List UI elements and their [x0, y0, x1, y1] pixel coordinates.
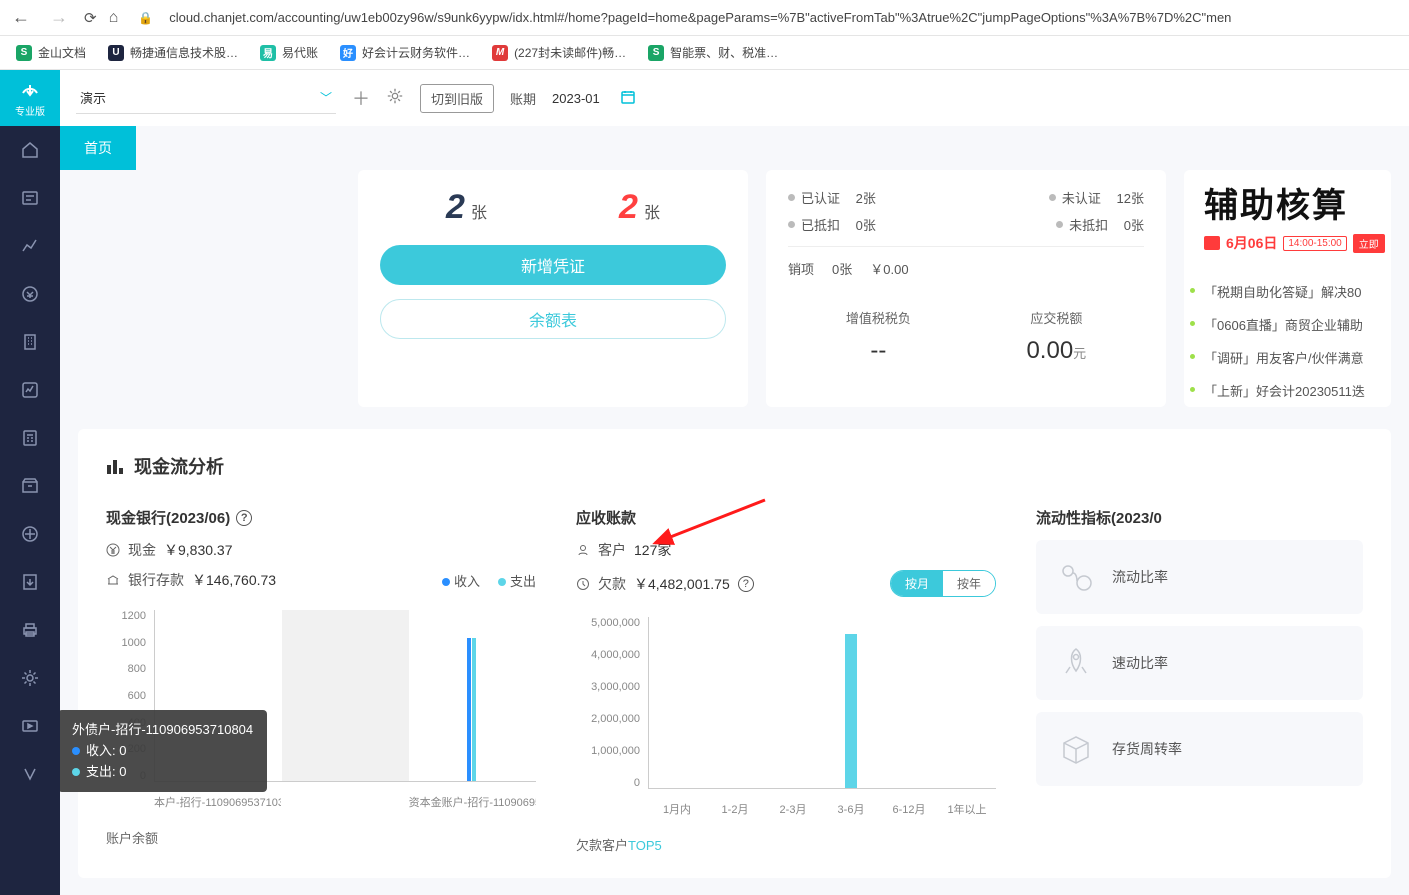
- sidebar-item-money[interactable]: [0, 270, 60, 318]
- sidebar-item-home[interactable]: [0, 126, 60, 174]
- promo-list-item[interactable]: 「上新」好会计20230511迭: [1204, 374, 1391, 407]
- chart-tooltip: 外债户-招行-110906953710804 收入: 0 支出: 0: [60, 710, 267, 792]
- promo-list-item[interactable]: 「税期自助化答疑」解决80: [1204, 275, 1391, 308]
- promo-title: 辅助核算: [1204, 178, 1391, 227]
- new-voucher-button[interactable]: 新增凭证: [380, 245, 726, 285]
- help-icon[interactable]: ?: [738, 576, 754, 592]
- box-icon: [1056, 729, 1096, 769]
- cashflow-section: 现金流分析 现金银行(2023/06) ? 现金: [78, 429, 1391, 878]
- reload-icon[interactable]: ⟳: [84, 9, 97, 27]
- cash-bank-column: 现金银行(2023/06) ? 现金 ￥9,830.37 银行存款: [106, 507, 536, 854]
- debt-stat: 欠款 ￥4,482,001.75 ? 按月 按年: [576, 570, 996, 597]
- customer-stat: 客户 127家: [576, 540, 996, 560]
- sales-stat: 销项 0张 ￥0.00: [788, 259, 1144, 278]
- tax-due: 应交税额 0.00元: [1026, 308, 1086, 365]
- video-icon: [1204, 236, 1220, 250]
- url-bar[interactable]: cloud.chanjet.com/accounting/uw1eb00zy96…: [165, 10, 1401, 25]
- sidebar-item-v[interactable]: [0, 750, 60, 798]
- liquidity-card-inventory[interactable]: 存货周转率: [1036, 712, 1363, 786]
- sidebar-item-analysis[interactable]: [0, 366, 60, 414]
- forward-icon: →: [46, 7, 72, 28]
- balance-sheet-button[interactable]: 余额表: [380, 299, 726, 339]
- sidebar: 专业版: [0, 70, 60, 895]
- add-icon[interactable]: ＋: [352, 85, 370, 111]
- bookmark-item[interactable]: U畅捷通信息技术股…: [108, 44, 238, 61]
- bookmark-item[interactable]: S金山文档: [16, 44, 86, 61]
- promo-cta-button[interactable]: 立即: [1353, 234, 1385, 253]
- sidebar-item-calc[interactable]: [0, 414, 60, 462]
- promo-list-item[interactable]: 「调研」用友客户/伙伴满意: [1204, 341, 1391, 374]
- calendar-icon[interactable]: [620, 89, 636, 108]
- certified-stat: 已认证 2张: [788, 188, 876, 207]
- liquidity-column: 流动性指标(2023/0 流动比率 速动比率 存货周: [1036, 507, 1363, 854]
- lock-icon: 🔒: [138, 11, 153, 25]
- user-icon: [576, 543, 590, 557]
- vat-burden: 增值税税负 --: [846, 308, 911, 365]
- period-value: 2023-01: [552, 91, 600, 106]
- voucher-card: 2 张 2 张 新增凭证 余额表: [358, 170, 748, 407]
- sidebar-logo[interactable]: 专业版: [0, 70, 60, 126]
- rocket-icon: [1056, 643, 1096, 683]
- browser-chrome: ← → ⟳ ⌂ 🔒 cloud.chanjet.com/accounting/u…: [0, 0, 1409, 36]
- gear-icon[interactable]: [386, 87, 404, 110]
- clock-icon: [576, 577, 590, 591]
- receivable-chart[interactable]: 5,000,0004,000,0003,000,0002,000,0001,00…: [576, 617, 996, 817]
- receivable-column: 应收账款 客户 127家 欠款 ￥4,482,001.75 ?: [576, 507, 996, 854]
- sidebar-item-building[interactable]: [0, 318, 60, 366]
- bank-icon: [106, 573, 120, 587]
- bank-stat: 银行存款 ￥146,760.73 收入 支出: [106, 570, 536, 590]
- home-icon[interactable]: ⌂: [109, 9, 119, 27]
- bookmark-item[interactable]: M(227封未读邮件)畅…: [492, 44, 626, 61]
- period-label: 账期: [510, 89, 536, 108]
- bookmark-item[interactable]: 好好会计云财务软件…: [340, 44, 470, 61]
- help-icon[interactable]: ?: [236, 510, 252, 526]
- sidebar-item-assets[interactable]: [0, 510, 60, 558]
- sidebar-item-print[interactable]: [0, 606, 60, 654]
- old-version-button[interactable]: 切到旧版: [420, 84, 494, 113]
- sidebar-item-export[interactable]: [0, 558, 60, 606]
- uncertified-stat: 未认证 12张: [1049, 188, 1144, 207]
- tax-card: 已认证 2张 未认证 12张 已抵扣 0张 未抵扣 0张 销项 0张 ￥0.00: [766, 170, 1166, 407]
- tab-home[interactable]: 首页: [60, 126, 136, 170]
- promo-list-item[interactable]: 「0606直播」商贸企业辅助: [1204, 308, 1391, 341]
- voucher-count-2: 2 张: [619, 188, 660, 227]
- cash-stat: 现金 ￥9,830.37: [106, 540, 536, 560]
- voucher-count-1: 2 张: [446, 188, 487, 227]
- company-select[interactable]: 演示 ﹀: [76, 82, 336, 114]
- bookmark-item[interactable]: S智能票、财、税准…: [648, 44, 778, 61]
- sidebar-item-voucher[interactable]: [0, 174, 60, 222]
- tab-row: 首页: [60, 126, 1409, 170]
- bookmark-item[interactable]: 易易代账: [260, 44, 318, 61]
- liquidity-card-quick[interactable]: 速动比率: [1036, 626, 1363, 700]
- sidebar-item-report[interactable]: [0, 222, 60, 270]
- sidebar-item-settings[interactable]: [0, 654, 60, 702]
- sidebar-item-video[interactable]: [0, 702, 60, 750]
- back-icon[interactable]: ←: [8, 7, 34, 28]
- chart2-footer: 欠款客户TOP5: [576, 835, 996, 854]
- promo-card: 辅助核算 6月06日 14:00-15:00 立即 「税期自助化答疑」解决80 …: [1184, 170, 1391, 407]
- bookmarks-bar: S金山文档 U畅捷通信息技术股… 易易代账 好好会计云财务软件… M(227封未…: [0, 36, 1409, 70]
- sidebar-item-archive[interactable]: [0, 462, 60, 510]
- chevron-down-icon: ﹀: [320, 89, 332, 106]
- yen-icon: [106, 543, 120, 557]
- bar-chart-icon: [106, 457, 124, 475]
- ratio-icon: [1056, 557, 1096, 597]
- topbar: 演示 ﹀ ＋ 切到旧版 账期 2023-01: [60, 70, 1409, 126]
- liquidity-card-current[interactable]: 流动比率: [1036, 540, 1363, 614]
- chart1-footer: 账户余额: [106, 828, 536, 847]
- section-title: 现金流分析: [106, 453, 1363, 479]
- undeducted-stat: 未抵扣 0张: [1056, 215, 1144, 234]
- deducted-stat: 已抵扣 0张: [788, 215, 876, 234]
- period-toggle[interactable]: 按月 按年: [890, 570, 996, 597]
